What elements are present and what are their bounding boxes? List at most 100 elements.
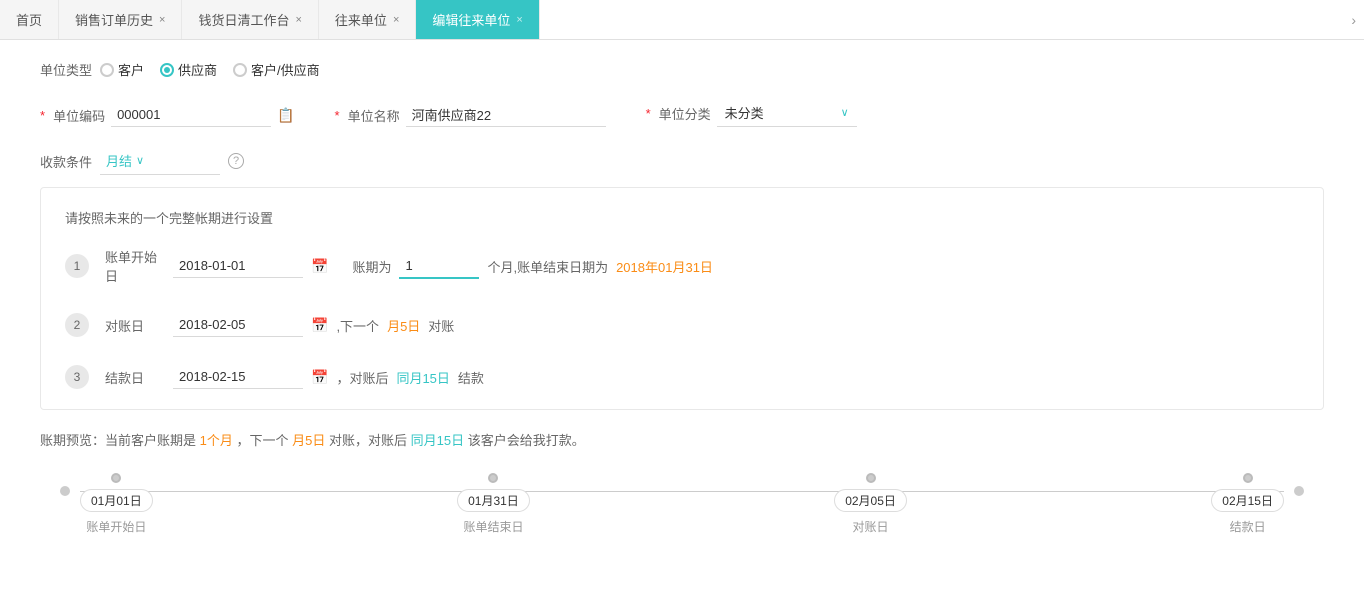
timeline-right-dot	[1294, 486, 1304, 496]
unit-info-row: * 单位编码 000001 📋 * 单位名称 河南供应商22 * 单位分类 未分…	[40, 99, 1324, 127]
preview-highlight3: 同月15日	[411, 433, 464, 448]
radio-both-label: 客户/供应商	[251, 60, 320, 79]
timeline-node-3: 02月15日 结款日	[1211, 473, 1284, 535]
timeline-node-0-dot	[111, 473, 121, 483]
unit-category-label: 单位分类	[659, 104, 711, 123]
unit-code-calendar-icon[interactable]: 📋	[277, 107, 294, 124]
tab-edit-partner[interactable]: 编辑往来单位 ×	[416, 0, 539, 39]
period-row-2-highlight: 月5日	[387, 316, 420, 335]
unit-category-value: 未分类	[725, 103, 764, 122]
period-row-3-num: 3	[65, 365, 89, 389]
unit-type-row: 单位类型 客户 供应商 客户/供应商	[40, 60, 1324, 79]
tab-sales-history-close[interactable]: ×	[159, 14, 165, 26]
period-row-1-date-input[interactable]	[173, 254, 303, 278]
period-unit-text: 个月,账单结束日期为	[487, 257, 608, 276]
payment-terms-chevron-icon: ∨	[136, 154, 144, 167]
timeline-node-0-sublabel: 账单开始日	[86, 518, 146, 535]
main-content: 单位类型 客户 供应商 客户/供应商 * 单位编码 000001 📋 *	[0, 40, 1364, 608]
timeline-left-dot	[60, 486, 70, 496]
radio-customer[interactable]: 客户	[100, 60, 144, 79]
period-row-1-calendar-icon[interactable]: 📅	[311, 258, 328, 275]
period-row-3-label: 结款日	[105, 368, 165, 387]
period-row-1-label: 账单开始日	[105, 247, 165, 285]
period-row-2-calendar-icon[interactable]: 📅	[311, 317, 328, 334]
period-row-2-label: 对账日	[105, 316, 165, 335]
period-row-2: 2 对账日 📅 ,下一个 月5日 对账	[65, 313, 1299, 337]
unit-category-select[interactable]: 未分类 ∨	[717, 99, 857, 127]
preview-highlight1: 1个月	[200, 433, 233, 448]
timeline-node-2-label: 02月05日	[834, 489, 907, 512]
timeline-node-2-dot	[866, 473, 876, 483]
timeline-node-1: 01月31日 账单结束日	[457, 473, 530, 535]
payment-terms-row: 收款条件 月结 ∨ ?	[40, 147, 1324, 175]
tab-partner[interactable]: 往来单位 ×	[319, 0, 416, 39]
unit-name-input[interactable]: 河南供应商22	[406, 103, 606, 127]
radio-customer-circle	[100, 63, 114, 77]
unit-name-label: 单位名称	[348, 106, 400, 125]
timeline-node-0: 01月01日 账单开始日	[80, 473, 153, 535]
tabs-bar: 首页 销售订单历史 × 钱货日清工作台 × 往来单位 × 编辑往来单位 × ›	[0, 0, 1364, 40]
timeline-node-1-sublabel: 账单结束日	[463, 518, 523, 535]
period-row-3-post: 结款	[458, 368, 484, 387]
timeline-node-3-dot	[1243, 473, 1253, 483]
period-row-2-pre: ,下一个	[336, 316, 379, 335]
tab-sales-history-label: 销售订单历史	[75, 10, 153, 29]
radio-supplier[interactable]: 供应商	[160, 60, 217, 79]
preview-suffix: 该客户会给我打款。	[468, 433, 585, 448]
payment-terms-select[interactable]: 月结 ∨	[100, 147, 220, 175]
payment-terms-value: 月结	[106, 151, 132, 170]
preview-mid2: 对账，对账后	[329, 433, 407, 448]
payment-terms-help-icon[interactable]: ?	[228, 153, 244, 169]
period-label: 账期为	[352, 257, 391, 276]
period-row-3-pre: ，对账后	[336, 368, 388, 387]
period-row-2-date-input[interactable]	[173, 313, 303, 337]
radio-supplier-label: 供应商	[178, 60, 217, 79]
preview-text: 账期预览：当前客户账期是 1个月 ，下一个 月5日 对账，对账后 同月15日 该…	[40, 430, 1324, 449]
tab-sales-history[interactable]: 销售订单历史 ×	[59, 0, 182, 39]
radio-supplier-circle	[160, 63, 174, 77]
timeline-node-2-sublabel: 对账日	[853, 518, 889, 535]
unit-type-label: 单位类型	[40, 60, 92, 79]
unit-code-label: 单位编码	[53, 106, 105, 125]
period-months-input[interactable]	[399, 254, 479, 279]
timeline-node-0-label: 01月01日	[80, 489, 153, 512]
tab-edit-partner-label: 编辑往来单位	[432, 10, 510, 29]
preview-prefix: 账期预览：当前客户账期是	[40, 433, 196, 448]
period-row-1-num: 1	[65, 254, 89, 278]
timeline-wrapper: 01月01日 账单开始日 01月31日 账单结束日 02月05日 对账日 02月…	[40, 473, 1324, 535]
radio-both-circle	[233, 63, 247, 77]
tab-edit-partner-close[interactable]: ×	[516, 14, 522, 26]
tab-partner-close[interactable]: ×	[393, 14, 399, 26]
tab-home[interactable]: 首页	[0, 0, 59, 39]
timeline-node-3-label: 02月15日	[1211, 489, 1284, 512]
unit-code-required: *	[40, 108, 45, 123]
radio-both[interactable]: 客户/供应商	[233, 60, 320, 79]
timeline-node-2: 02月05日 对账日	[834, 473, 907, 535]
tab-more-arrow[interactable]: ›	[1343, 0, 1364, 39]
timeline-node-1-label: 01月31日	[457, 489, 530, 512]
unit-code-input[interactable]: 000001	[111, 103, 271, 127]
period-row-3-calendar-icon[interactable]: 📅	[311, 369, 328, 386]
period-row-2-num: 2	[65, 313, 89, 337]
period-row-2-post: 对账	[428, 316, 454, 335]
period-row-3-highlight: 同月15日	[396, 368, 449, 387]
section-title: 请按照未来的一个完整帐期进行设置	[65, 208, 1299, 227]
period-end-date: 2018年01月31日	[616, 257, 713, 276]
unit-name-required: *	[335, 108, 340, 123]
timeline-nodes: 01月01日 账单开始日 01月31日 账单结束日 02月05日 对账日 02月…	[80, 473, 1284, 535]
preview-mid1: ，下一个	[237, 433, 289, 448]
tab-partner-label: 往来单位	[335, 10, 387, 29]
period-row-3: 3 结款日 📅 ，对账后 同月15日 结款	[65, 365, 1299, 389]
tab-cash-work[interactable]: 钱货日清工作台 ×	[182, 0, 318, 39]
tab-home-label: 首页	[16, 10, 42, 29]
tab-cash-work-close[interactable]: ×	[295, 14, 301, 26]
preview-highlight2: 月5日	[292, 433, 325, 448]
period-row-3-date-input[interactable]	[173, 365, 303, 389]
tab-cash-work-label: 钱货日清工作台	[198, 10, 289, 29]
timeline-node-3-sublabel: 结款日	[1230, 518, 1266, 535]
unit-category-required: *	[646, 106, 651, 121]
timeline-node-1-dot	[488, 473, 498, 483]
period-section: 请按照未来的一个完整帐期进行设置 1 账单开始日 📅 账期为 个月,账单结束日期…	[40, 187, 1324, 410]
unit-category-chevron-icon: ∨	[841, 106, 849, 119]
payment-terms-label: 收款条件	[40, 152, 92, 171]
